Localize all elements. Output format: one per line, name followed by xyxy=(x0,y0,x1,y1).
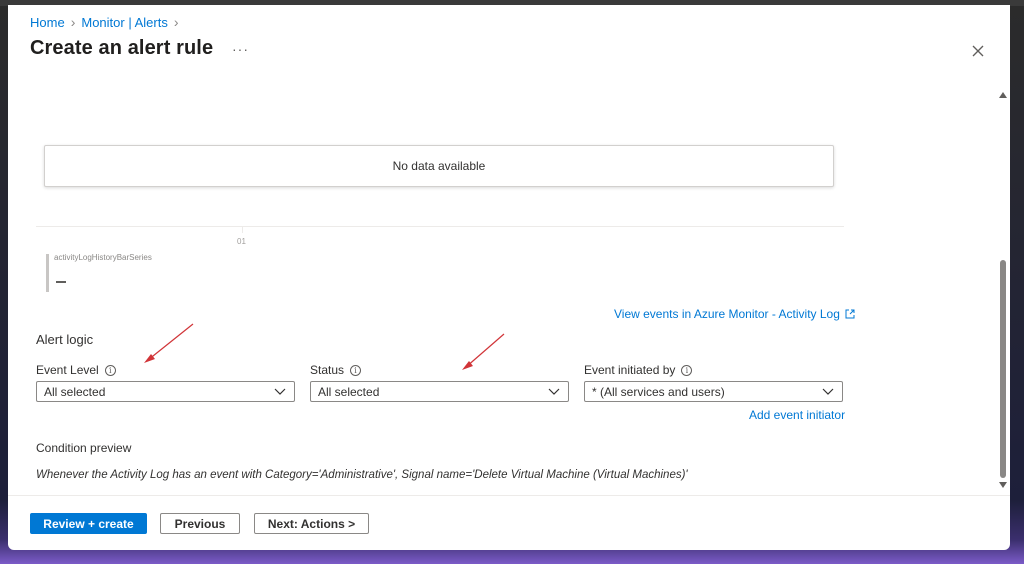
external-link-icon xyxy=(845,309,855,319)
breadcrumb: Home › Monitor | Alerts › xyxy=(30,14,179,30)
footer-divider xyxy=(8,495,1010,496)
event-level-dropdown[interactable]: All selected xyxy=(36,381,295,402)
scroll-up-arrow-icon[interactable] xyxy=(999,92,1007,98)
legend-color-bar xyxy=(46,254,49,292)
no-data-message: No data available xyxy=(44,145,834,187)
previous-button[interactable]: Previous xyxy=(160,513,240,534)
annotation-arrow-event-level xyxy=(144,323,194,363)
info-icon[interactable]: i xyxy=(104,364,116,376)
no-data-text: No data available xyxy=(392,159,486,173)
breadcrumb-monitor-alerts[interactable]: Monitor | Alerts xyxy=(81,15,167,30)
event-level-value: All selected xyxy=(44,384,106,399)
chevron-right-icon: › xyxy=(70,14,76,30)
chart-axis-line xyxy=(36,226,844,227)
event-initiated-by-label-text: Event initiated by xyxy=(584,363,676,377)
status-label: Status i xyxy=(310,363,362,377)
chevron-down-icon xyxy=(274,388,286,395)
legend-value-dash xyxy=(56,281,66,283)
condition-preview-heading: Condition preview xyxy=(36,441,132,455)
view-events-link-text: View events in Azure Monitor - Activity … xyxy=(614,307,840,321)
chart-tick-label: 01 xyxy=(237,237,246,246)
event-initiated-by-label: Event initiated by i xyxy=(584,363,693,377)
add-event-initiator-link[interactable]: Add event initiator xyxy=(749,408,845,422)
chevron-down-icon xyxy=(822,388,834,395)
status-dropdown[interactable]: All selected xyxy=(310,381,569,402)
review-create-button[interactable]: Review + create xyxy=(30,513,147,534)
condition-preview-text: Whenever the Activity Log has an event w… xyxy=(36,469,688,481)
close-icon[interactable] xyxy=(968,41,988,61)
page-title: Create an alert rule xyxy=(30,37,214,59)
chart-tick-line xyxy=(242,226,243,233)
status-value: All selected xyxy=(318,384,380,399)
legend-series-name: activityLogHistoryBarSeries xyxy=(54,253,152,262)
scrollbar-thumb[interactable] xyxy=(1000,260,1006,478)
breadcrumb-home[interactable]: Home xyxy=(30,15,65,30)
alert-logic-heading: Alert logic xyxy=(36,332,94,347)
next-actions-button[interactable]: Next: Actions > xyxy=(254,513,369,534)
chevron-down-icon xyxy=(548,388,560,395)
view-events-link[interactable]: View events in Azure Monitor - Activity … xyxy=(614,307,855,321)
event-initiated-by-value: * (All services and users) xyxy=(592,384,725,399)
event-initiated-by-dropdown[interactable]: * (All services and users) xyxy=(584,381,843,402)
chevron-right-icon: › xyxy=(173,14,179,30)
alert-rule-blade: Home › Monitor | Alerts › Create an aler… xyxy=(8,5,1010,550)
more-options-button[interactable]: ··· xyxy=(232,41,249,57)
event-level-label-text: Event Level xyxy=(36,363,99,377)
event-level-label: Event Level i xyxy=(36,363,116,377)
info-icon[interactable]: i xyxy=(350,364,362,376)
scroll-down-arrow-icon[interactable] xyxy=(999,482,1007,488)
info-icon[interactable]: i xyxy=(681,364,693,376)
status-label-text: Status xyxy=(310,363,345,377)
annotation-arrow-status xyxy=(462,333,505,370)
